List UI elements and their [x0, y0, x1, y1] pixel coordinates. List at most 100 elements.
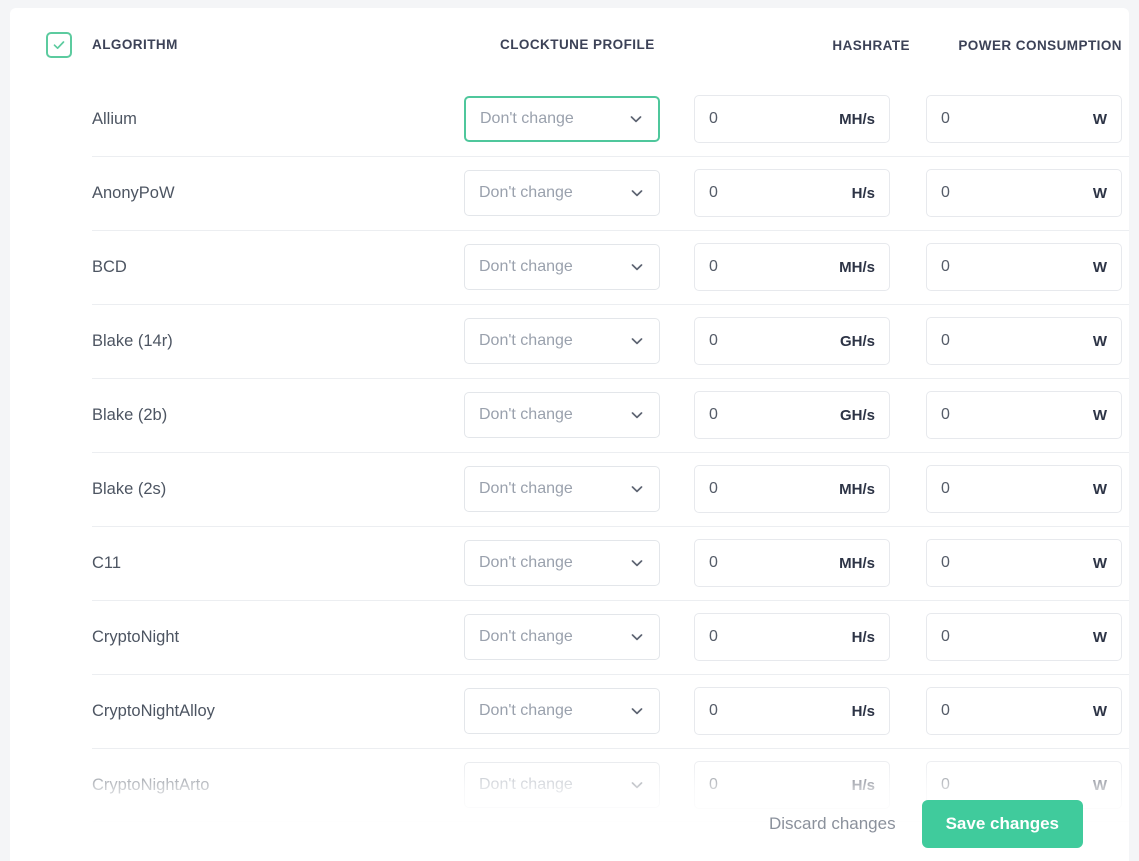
power-consumption-input[interactable]: 0W: [926, 687, 1122, 735]
clocktune-profile-select[interactable]: Don't change: [464, 96, 660, 142]
power-consumption-unit: W: [1092, 480, 1107, 498]
hashrate-unit: GH/s: [839, 332, 875, 350]
select-all-cell: [46, 32, 92, 58]
cell-power-consumption: 0W: [926, 169, 1122, 217]
table-row: Blake (14r) Don't change 0 GH/s 0 W: [10, 304, 1129, 378]
cell-hashrate: 0 GH/s: [694, 317, 910, 365]
power-consumption-value: 0: [941, 554, 950, 571]
hashrate-input[interactable]: 0 H/s: [694, 613, 890, 661]
cell-power-consumption: 0W: [926, 243, 1122, 291]
table-row: Blake (2b) Don't change 0 GH/s 0 W: [10, 378, 1129, 452]
algorithm-settings-card: ALGORITHM CLOCKTUNE PROFILE HASHRATE POW…: [10, 8, 1129, 861]
clocktune-profile-value: Don't change: [479, 628, 573, 645]
cell-algorithm: AnonyPoW: [92, 184, 464, 203]
clocktune-profile-select[interactable]: Don't change: [464, 762, 660, 808]
power-consumption-input[interactable]: 0W: [926, 95, 1122, 143]
clocktune-profile-value: Don't change: [479, 258, 573, 275]
hashrate-input[interactable]: 0 MH/s: [694, 539, 890, 587]
cell-power-consumption: 0W: [926, 613, 1122, 661]
cell-algorithm: BCD: [92, 258, 464, 277]
clocktune-profile-value: Don't change: [479, 554, 573, 571]
cell-algorithm: C11: [92, 554, 464, 573]
algorithm-name: Allium: [92, 109, 137, 128]
cell-algorithm: CryptoNightAlloy: [92, 702, 464, 721]
clocktune-profile-select[interactable]: Don't change: [464, 170, 660, 216]
cell-hashrate: 0 H/s: [694, 687, 910, 735]
select-all-checkbox[interactable]: [46, 32, 72, 58]
clocktune-profile-select[interactable]: Don't change: [464, 392, 660, 438]
chevron-down-icon: [631, 338, 643, 345]
clocktune-profile-select[interactable]: Don't change: [464, 614, 660, 660]
hashrate-unit: H/s: [851, 702, 875, 720]
hashrate-value: 0: [709, 628, 718, 645]
save-changes-button[interactable]: Save changes: [921, 800, 1083, 848]
chevron-down-icon: [631, 412, 643, 419]
power-consumption-input[interactable]: 0W: [926, 465, 1122, 513]
cell-clocktune-profile: Don't change: [464, 688, 680, 734]
power-consumption-input[interactable]: 0W: [926, 613, 1122, 661]
power-consumption-unit: W: [1092, 628, 1107, 646]
hashrate-unit: MH/s: [839, 258, 875, 276]
cell-hashrate: 0 GH/s: [694, 391, 910, 439]
clocktune-profile-value: Don't change: [480, 110, 574, 127]
algorithm-name: BCD: [92, 257, 127, 276]
hashrate-input[interactable]: 0 H/s: [694, 169, 890, 217]
power-consumption-value: 0: [941, 702, 950, 719]
power-consumption-input[interactable]: 0W: [926, 391, 1122, 439]
power-consumption-unit: W: [1092, 258, 1107, 276]
clocktune-profile-value: Don't change: [479, 406, 573, 423]
power-consumption-input[interactable]: 0W: [926, 317, 1122, 365]
power-consumption-input[interactable]: 0W: [926, 243, 1122, 291]
clocktune-profile-select[interactable]: Don't change: [464, 466, 660, 512]
cell-power-consumption: 0W: [926, 687, 1122, 735]
clocktune-profile-select[interactable]: Don't change: [464, 688, 660, 734]
hashrate-value: 0: [709, 258, 718, 275]
hashrate-value: 0: [709, 406, 718, 423]
table-row: CryptoNight Don't change 0 H/s 0 W: [10, 600, 1129, 674]
algorithm-name: AnonyPoW: [92, 183, 175, 202]
header-cell-power-consumption: POWER CONSUMPTION: [926, 38, 1122, 53]
power-consumption-input[interactable]: 0W: [926, 169, 1122, 217]
header-label-hashrate: HASHRATE: [832, 37, 910, 53]
cell-power-consumption: 0W: [926, 465, 1122, 513]
hashrate-unit: MH/s: [839, 554, 875, 572]
algorithm-name: Blake (2b): [92, 405, 168, 424]
power-consumption-value: 0: [941, 332, 950, 349]
hashrate-unit: MH/s: [839, 480, 875, 498]
hashrate-unit: H/s: [851, 184, 875, 202]
clocktune-profile-value: Don't change: [479, 184, 573, 201]
cell-power-consumption: 0W: [926, 317, 1122, 365]
cell-hashrate: 0 MH/s: [694, 95, 910, 143]
cell-algorithm: CryptoNight: [92, 628, 464, 647]
table-row: C11 Don't change 0 MH/s 0 W: [10, 526, 1129, 600]
cell-power-consumption: 0W: [926, 539, 1122, 587]
power-consumption-input[interactable]: 0W: [926, 539, 1122, 587]
action-bar: Discard changes Save changes: [769, 800, 1083, 848]
power-consumption-unit: W: [1092, 554, 1107, 572]
cell-clocktune-profile: Don't change: [464, 318, 680, 364]
power-consumption-value: 0: [941, 184, 950, 201]
clocktune-profile-value: Don't change: [479, 702, 573, 719]
algorithm-table: ALGORITHM CLOCKTUNE PROFILE HASHRATE POW…: [10, 8, 1129, 822]
hashrate-input[interactable]: 0 MH/s: [694, 243, 890, 291]
hashrate-input[interactable]: 0 MH/s: [694, 95, 890, 143]
header-cell-clocktune-profile: CLOCKTUNE PROFILE: [464, 36, 680, 54]
clocktune-profile-select[interactable]: Don't change: [464, 540, 660, 586]
hashrate-input[interactable]: 0 H/s: [694, 687, 890, 735]
clocktune-profile-select[interactable]: Don't change: [464, 318, 660, 364]
hashrate-input[interactable]: 0 MH/s: [694, 465, 890, 513]
chevron-down-icon: [631, 782, 643, 789]
power-consumption-value: 0: [941, 776, 950, 793]
hashrate-input[interactable]: 0 GH/s: [694, 391, 890, 439]
check-icon: [53, 41, 65, 50]
power-consumption-unit: W: [1092, 702, 1107, 720]
table-row: BCD Don't change 0 MH/s 0 W: [10, 230, 1129, 304]
table-body: Allium Don't change 0 MH/s 0 W AnonyPoW Don't c…: [10, 82, 1129, 822]
power-consumption-value: 0: [941, 480, 950, 497]
header-label-power-consumption: POWER CONSUMPTION: [958, 37, 1122, 53]
discard-changes-button[interactable]: Discard changes: [769, 814, 896, 834]
hashrate-input[interactable]: 0 GH/s: [694, 317, 890, 365]
clocktune-profile-select[interactable]: Don't change: [464, 244, 660, 290]
power-consumption-unit: W: [1092, 110, 1107, 128]
hashrate-value: 0: [709, 332, 718, 349]
